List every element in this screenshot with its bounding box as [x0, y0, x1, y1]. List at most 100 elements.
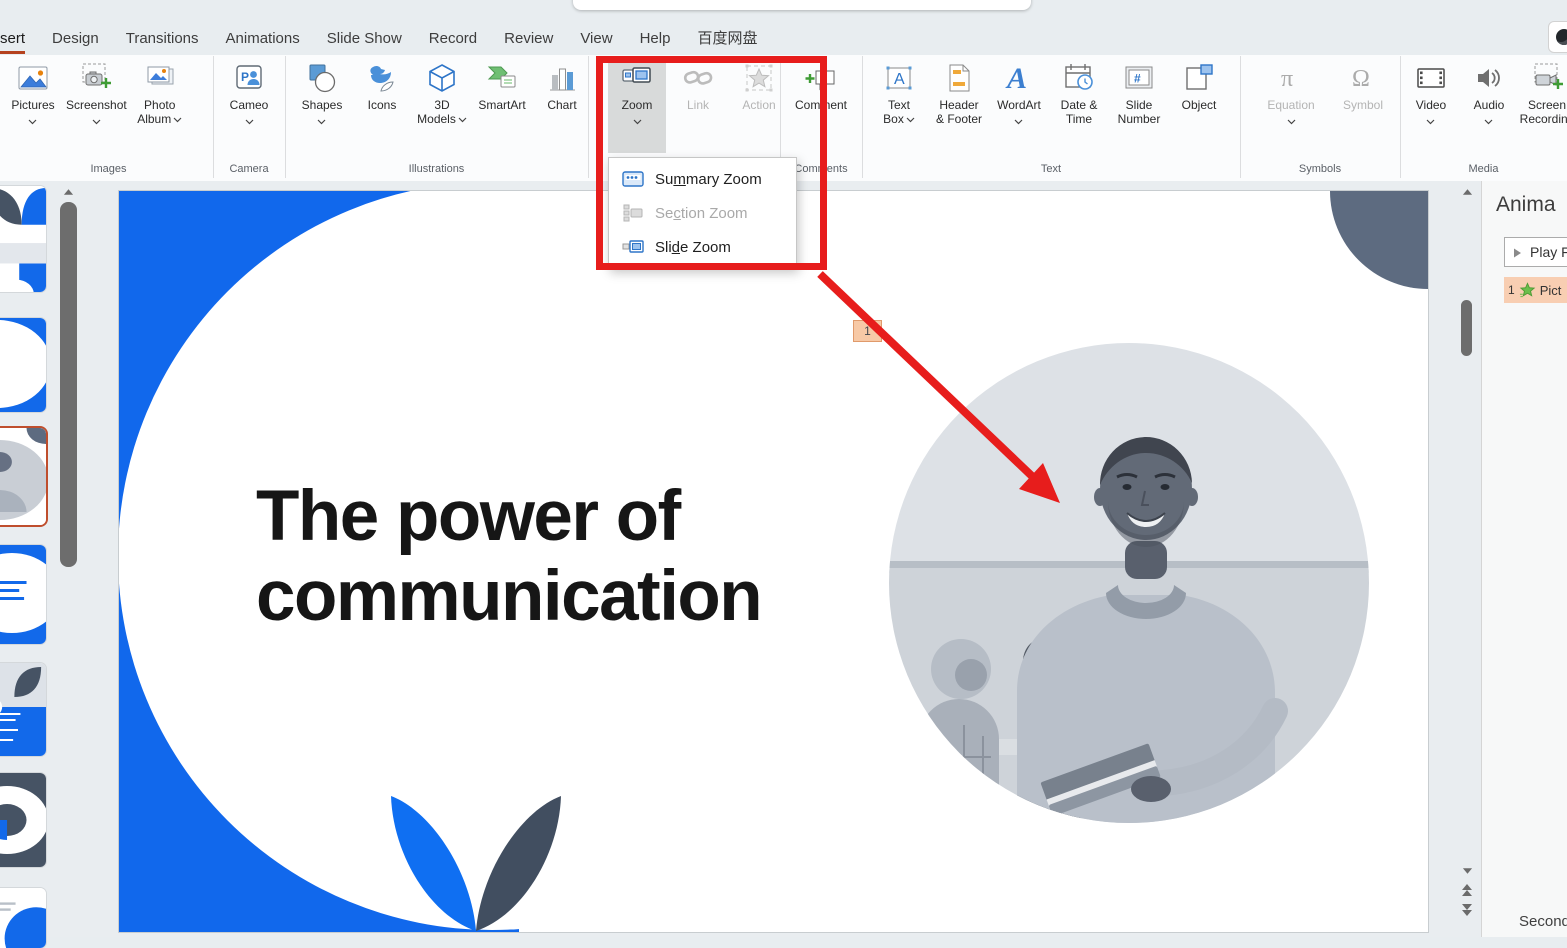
button-label: WordArt [997, 98, 1041, 112]
ribbon-button[interactable]: Shapes [293, 56, 351, 153]
3d-models-icon [425, 61, 459, 95]
menu-tab[interactable]: View [580, 25, 612, 55]
ribbon-group-media: Video Audio Screen Recording Media [1400, 56, 1567, 178]
thumbnails-scrollbar[interactable] [60, 202, 77, 567]
double-down-icon[interactable] [1459, 901, 1475, 917]
animation-item-label: Pict [1539, 282, 1562, 298]
ribbon-button[interactable]: 3D Models [413, 56, 471, 153]
ribbon-button[interactable]: π Equation [1262, 56, 1320, 153]
ribbon-group-illustrations: Shapes Icons 3D Models SmartArt Chart Il… [285, 56, 589, 178]
triangle-down-icon[interactable] [1459, 865, 1475, 877]
search-input[interactable] [573, 0, 1031, 10]
slide-thumbnail[interactable] [0, 663, 46, 756]
group-label: Text [1040, 163, 1062, 175]
button-label: Icons [367, 98, 397, 112]
menu-tab[interactable]: sert [0, 25, 26, 55]
animation-number: 1 [1508, 283, 1515, 297]
canvas-scrollbar[interactable] [1461, 300, 1472, 356]
ribbon-button[interactable]: Photo Album [131, 56, 189, 153]
chevron-down-icon [1267, 114, 1314, 128]
slide-photo[interactable] [889, 343, 1369, 823]
ribbon-button[interactable]: Screen Recording [1518, 56, 1567, 153]
ribbon-button[interactable]: Audio [1460, 56, 1518, 153]
ribbon-group-camera: P Cameo Camera [213, 56, 286, 178]
record-button[interactable] [1548, 21, 1567, 53]
button-label: 3D Models [417, 98, 456, 126]
picture-icon [16, 61, 50, 95]
zoom-menu-item[interactable]: Slide Zoom [609, 230, 796, 264]
ribbon-button[interactable]: P Cameo [220, 56, 278, 153]
ribbon-button[interactable]: Comment [791, 56, 851, 153]
chevron-down-icon [622, 114, 653, 128]
menu-tab[interactable]: Record [429, 25, 477, 55]
play-from-label: Play Fr [1530, 244, 1567, 260]
svg-text:A: A [894, 71, 905, 88]
button-label: Header & Footer [935, 98, 983, 126]
animation-pane-title: Anima [1496, 193, 1556, 216]
play-icon [1511, 246, 1523, 258]
ribbon-button[interactable]: SmartArt [473, 56, 531, 153]
chevron-down-icon [66, 114, 127, 128]
button-label: Pictures [11, 98, 55, 112]
slide-thumbnail[interactable] [0, 318, 46, 412]
zoom-dropdown-menu: Summary Zoom Section Zoom Slide Zoom [608, 157, 797, 269]
ribbon-button[interactable]: Date & Time [1050, 56, 1108, 153]
thumb-art-6 [0, 773, 46, 867]
triangle-up-icon[interactable] [60, 186, 76, 198]
thumb-art-2 [0, 318, 46, 412]
slide-thumbnail[interactable] [0, 888, 46, 948]
ribbon-button[interactable]: A WordArt [990, 56, 1048, 153]
ribbon-button[interactable]: Zoom [608, 56, 666, 153]
double-up-icon[interactable] [1459, 882, 1475, 898]
wordart-icon: A [1002, 61, 1036, 95]
zoom-menu-item[interactable]: Section Zoom [609, 196, 796, 230]
ribbon-button[interactable]: Ω Symbol [1334, 56, 1392, 153]
menu-tab[interactable]: 百度网盘 [697, 25, 757, 55]
ribbon-button[interactable]: Link [669, 56, 727, 153]
ribbon-button[interactable]: Object [1170, 56, 1228, 153]
button-label: Action [742, 98, 776, 112]
menu-tab[interactable]: Help [640, 25, 671, 55]
button-label: Comment [794, 98, 847, 112]
symbol-icon: Ω [1346, 61, 1380, 95]
slide-title[interactable]: The power of communication [256, 477, 763, 637]
slide-thumbnail[interactable] [0, 545, 46, 644]
zoom-icon [620, 61, 654, 95]
svg-text:#: # [1134, 72, 1141, 86]
svg-text:A: A [1005, 62, 1027, 95]
menu-tab[interactable]: Review [504, 25, 553, 55]
animation-order-badge: 1 [853, 320, 882, 342]
slide-thumbnail[interactable] [0, 773, 46, 867]
menu-tab[interactable]: Slide Show [327, 25, 402, 55]
chevron-down-icon [1474, 114, 1505, 128]
animation-list-item[interactable]: 1 Pict [1504, 277, 1567, 303]
ribbon-button[interactable]: Pictures [4, 56, 62, 153]
button-label: Cameo [229, 98, 269, 112]
button-label: Screen Recording [1519, 98, 1567, 126]
thumb-art-1 [0, 186, 46, 292]
ribbon-button[interactable]: Icons [353, 56, 411, 153]
ribbon-button[interactable]: Screenshot [62, 56, 131, 153]
menu-tab[interactable]: Animations [226, 25, 300, 55]
ribbon-button[interactable]: A Text Box [870, 56, 928, 153]
menu-tab[interactable]: Design [52, 25, 99, 55]
chevron-down-icon [458, 112, 467, 126]
slide-canvas[interactable]: The power of communication [118, 190, 1429, 933]
triangle-up-icon[interactable] [1459, 186, 1475, 198]
ribbon-button[interactable]: # Slide Number [1110, 56, 1168, 153]
summary-zoom-icon [621, 167, 645, 191]
screenshot-icon [79, 61, 113, 95]
zoom-menu-item[interactable]: Summary Zoom [609, 162, 796, 196]
slide-thumbnail[interactable] [0, 186, 46, 292]
ribbon-button[interactable]: Header & Footer [930, 56, 988, 153]
shapes-icon [305, 61, 339, 95]
slide-thumbnail[interactable] [0, 428, 46, 525]
group-label: Images [90, 163, 127, 175]
button-label: SmartArt [478, 98, 526, 112]
ribbon-group-images: Pictures Screenshot Photo Album Images [4, 56, 214, 178]
ribbon-button[interactable]: Chart [533, 56, 591, 153]
ribbon-button[interactable]: Video [1402, 56, 1460, 153]
play-from-button[interactable]: Play Fr [1504, 237, 1567, 267]
menu-tab[interactable]: Transitions [126, 25, 199, 55]
star-icon [1519, 281, 1536, 299]
